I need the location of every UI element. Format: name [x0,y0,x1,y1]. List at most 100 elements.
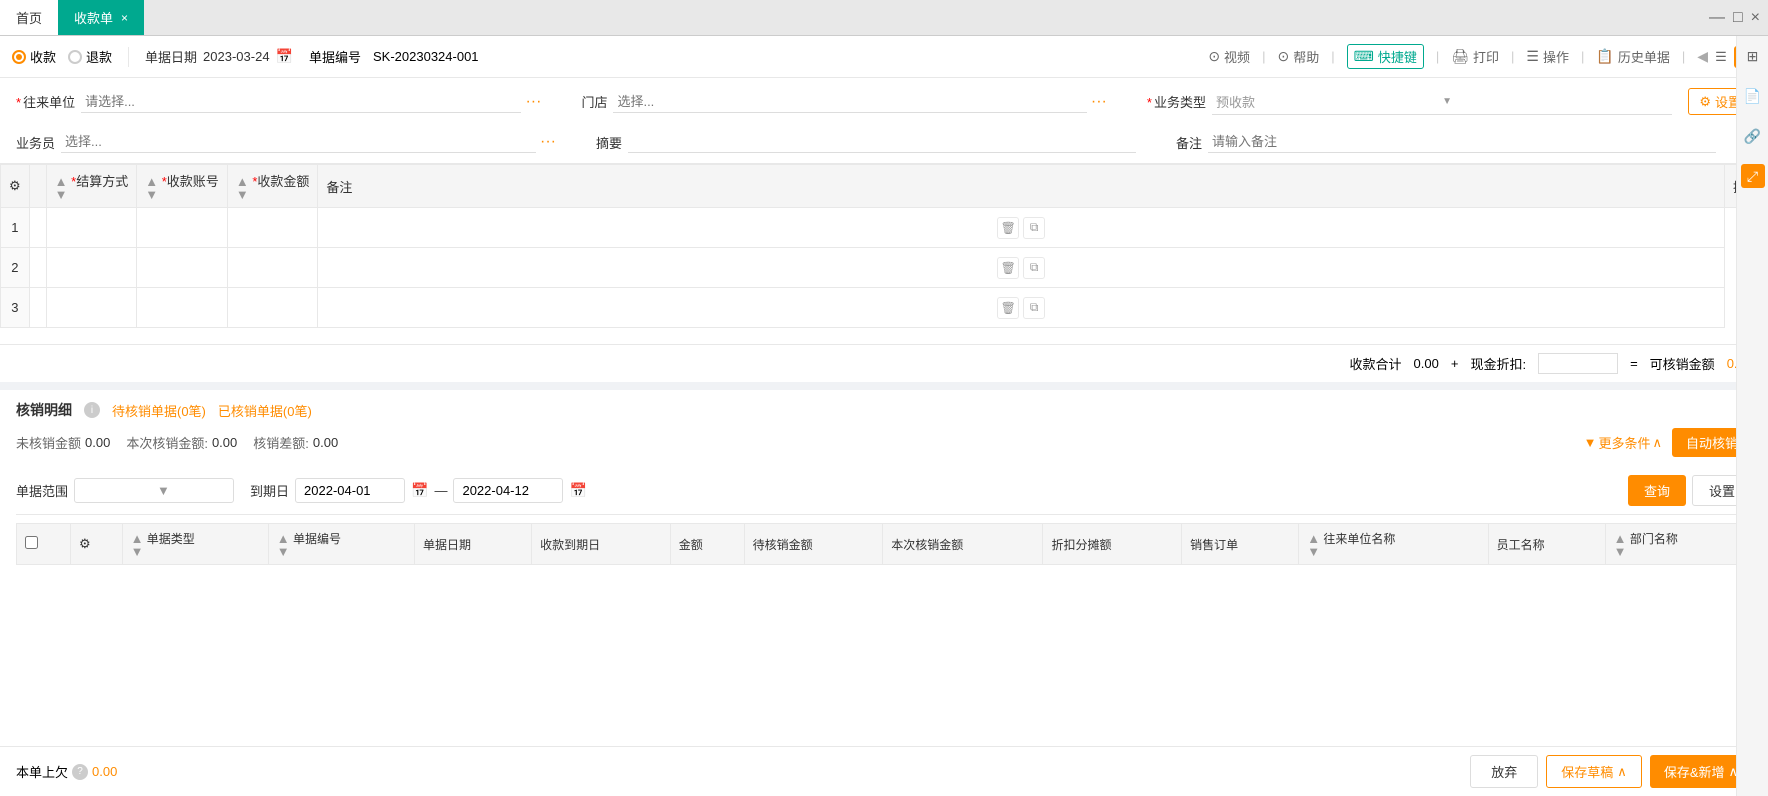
summary-field: 摘要 [596,131,1136,153]
col-gear[interactable]: ⚙ [1,165,30,208]
form-row-2: 业务员 ··· 摘要 备注 [16,131,1752,153]
action-btn[interactable]: ☰ 操作 [1526,47,1569,66]
copy-row-2-btn[interactable]: ⧉ [1023,257,1045,279]
business-type-select[interactable]: 预收款 ▼ [1212,89,1672,115]
footer-info-icon[interactable]: ? [72,764,88,780]
summary-label: 摘要 [596,133,628,152]
writeoff-actions: ▼ 更多条件 ∧ 自动核销 [1584,428,1752,457]
discount-input[interactable] [1538,353,1618,374]
row-num-1: 1 [1,208,30,248]
col-current-amount: 本次核销金额 [883,524,1043,565]
shortcut-icon: ⌨ [1354,48,1374,65]
cell-remark-2[interactable] [227,248,318,288]
sidebar-link-icon[interactable]: 🔗 [1741,124,1765,148]
receipt-refund-toggle: 收款 退款 [12,47,112,66]
toolbar-actions: ⊙ 视频 | ⊙ 帮助 | ⌨ 快捷键 | 🖨 打印 | ☰ 操作 [1208,44,1756,69]
uncancelled-stat: 未核销金额 0.00 [16,433,110,452]
receipt-label: 收款 [30,47,56,66]
draft-btn[interactable]: 保存草稿 ∧ [1546,755,1642,788]
copy-row-1-btn[interactable]: ⧉ [1023,217,1045,239]
tab-home[interactable]: 首页 [0,0,58,35]
counterparty-input[interactable] [81,91,521,113]
prev-icon[interactable]: ◀ [1697,48,1708,65]
col-discount: 折扣分摊额 [1043,524,1182,565]
receipt-radio[interactable]: 收款 [12,47,56,66]
staff-input[interactable] [61,131,536,153]
pending-tab[interactable]: 待核销单据(0笔) [112,401,206,420]
col-pending-amount: 待核销金额 [744,524,883,565]
cell-amount-2[interactable] [137,248,228,288]
counterparty-more-btn[interactable]: ··· [525,93,541,111]
cell-action-1: 🗑 ⧉ [318,208,1725,248]
history-icon: 📋 [1596,48,1613,65]
cell-settlement-1[interactable] [29,208,46,248]
summary-input[interactable] [628,131,1136,153]
tab-receipt[interactable]: 收款单 × [58,0,144,35]
sidebar-doc-icon[interactable]: 📄 [1741,84,1765,108]
cell-remark-1[interactable] [227,208,318,248]
col-staff-name: 员工名称 [1488,524,1605,565]
filter-row: 单据范围 ▼ 到期日 📅 — 📅 查询 设置 [16,467,1752,515]
minimize-icon[interactable]: — [1709,9,1725,27]
refund-radio-dot [68,50,82,64]
video-btn[interactable]: ⊙ 视频 [1208,47,1250,66]
date-from-input[interactable] [295,478,405,503]
cell-settlement-3[interactable] [29,288,46,328]
date-to-input[interactable] [453,478,563,503]
draft-chevron-icon: ∧ [1617,764,1627,780]
calendar-icon[interactable]: 📅 [276,48,293,65]
delete-row-1-btn[interactable]: 🗑 [997,217,1019,239]
store-input[interactable] [613,91,1086,113]
print-btn[interactable]: 🖨 打印 [1451,47,1499,66]
query-btn[interactable]: 查询 [1628,475,1686,506]
table-row: 2 🗑 ⧉ [1,248,1768,288]
cell-account-1[interactable] [46,208,137,248]
col-gear-bottom[interactable]: ⚙ [71,524,123,565]
print-icon: 🖨 [1451,48,1469,65]
maximize-icon[interactable]: □ [1733,9,1743,27]
tab-close-icon[interactable]: × [121,11,128,25]
abandon-btn[interactable]: 放弃 [1470,755,1538,788]
copy-row-3-btn[interactable]: ⧉ [1023,297,1045,319]
shortcut-btn[interactable]: ⌨ 快捷键 [1347,44,1424,69]
refund-radio[interactable]: 退款 [68,47,112,66]
more-conditions-btn[interactable]: ▼ 更多条件 ∧ [1584,433,1662,452]
col-checkbox [17,524,71,565]
delete-row-3-btn[interactable]: 🗑 [997,297,1019,319]
date-to-calendar-icon[interactable]: 📅 [569,482,586,499]
delete-row-2-btn[interactable]: 🗑 [997,257,1019,279]
remark-input[interactable] [1208,131,1716,153]
select-all-checkbox[interactable] [25,536,38,549]
cell-amount-1[interactable] [137,208,228,248]
cell-settlement-2[interactable] [29,248,46,288]
col-doc-no: ▲▼ 单据编号 [268,524,414,565]
cell-remark-3[interactable] [227,288,318,328]
sidebar-table-icon[interactable]: ⊞ [1741,44,1765,68]
store-more-btn[interactable]: ··· [1091,93,1107,111]
cell-amount-3[interactable] [137,288,228,328]
help-btn[interactable]: ⊙ 帮助 [1277,47,1319,66]
col-party-name: ▲▼ 往来单位名称 [1299,524,1488,565]
video-icon: ⊙ [1208,48,1220,65]
writeoff-info-icon[interactable]: i [84,402,100,418]
staff-more-btn[interactable]: ··· [540,133,556,151]
close-icon[interactable]: × [1751,9,1760,27]
doc-no-value: SK-20230324-001 [373,49,479,64]
done-tab[interactable]: 已核销单据(0笔) [218,401,312,420]
range-select[interactable]: ▼ [74,478,234,503]
row-num-3: 3 [1,288,30,328]
sidebar-expand-icon[interactable]: ⤢ [1741,164,1765,188]
list-view-icon[interactable]: ☰ [1710,46,1732,68]
counterparty-field: 往来单位 ··· [16,91,541,113]
receipt-table-wrapper: ⚙ ▲▼ *结算方式 ▲▼ *收款账号 ▲▼ *收款金额 备注 [0,164,1768,344]
date-from-calendar-icon[interactable]: 📅 [411,482,428,499]
col-due-date: 收款到期日 [532,524,671,565]
cell-action-2: 🗑 ⧉ [318,248,1725,288]
col-dept-name: ▲▼ 部门名称 [1605,524,1751,565]
cell-account-2[interactable] [46,248,137,288]
date-value: 2023-03-24 [203,49,270,64]
discount-label: 现金折扣: [1470,354,1526,373]
cell-account-3[interactable] [46,288,137,328]
date-range-label: 到期日 [250,481,289,500]
history-btn[interactable]: 📋 历史单据 [1596,47,1669,66]
